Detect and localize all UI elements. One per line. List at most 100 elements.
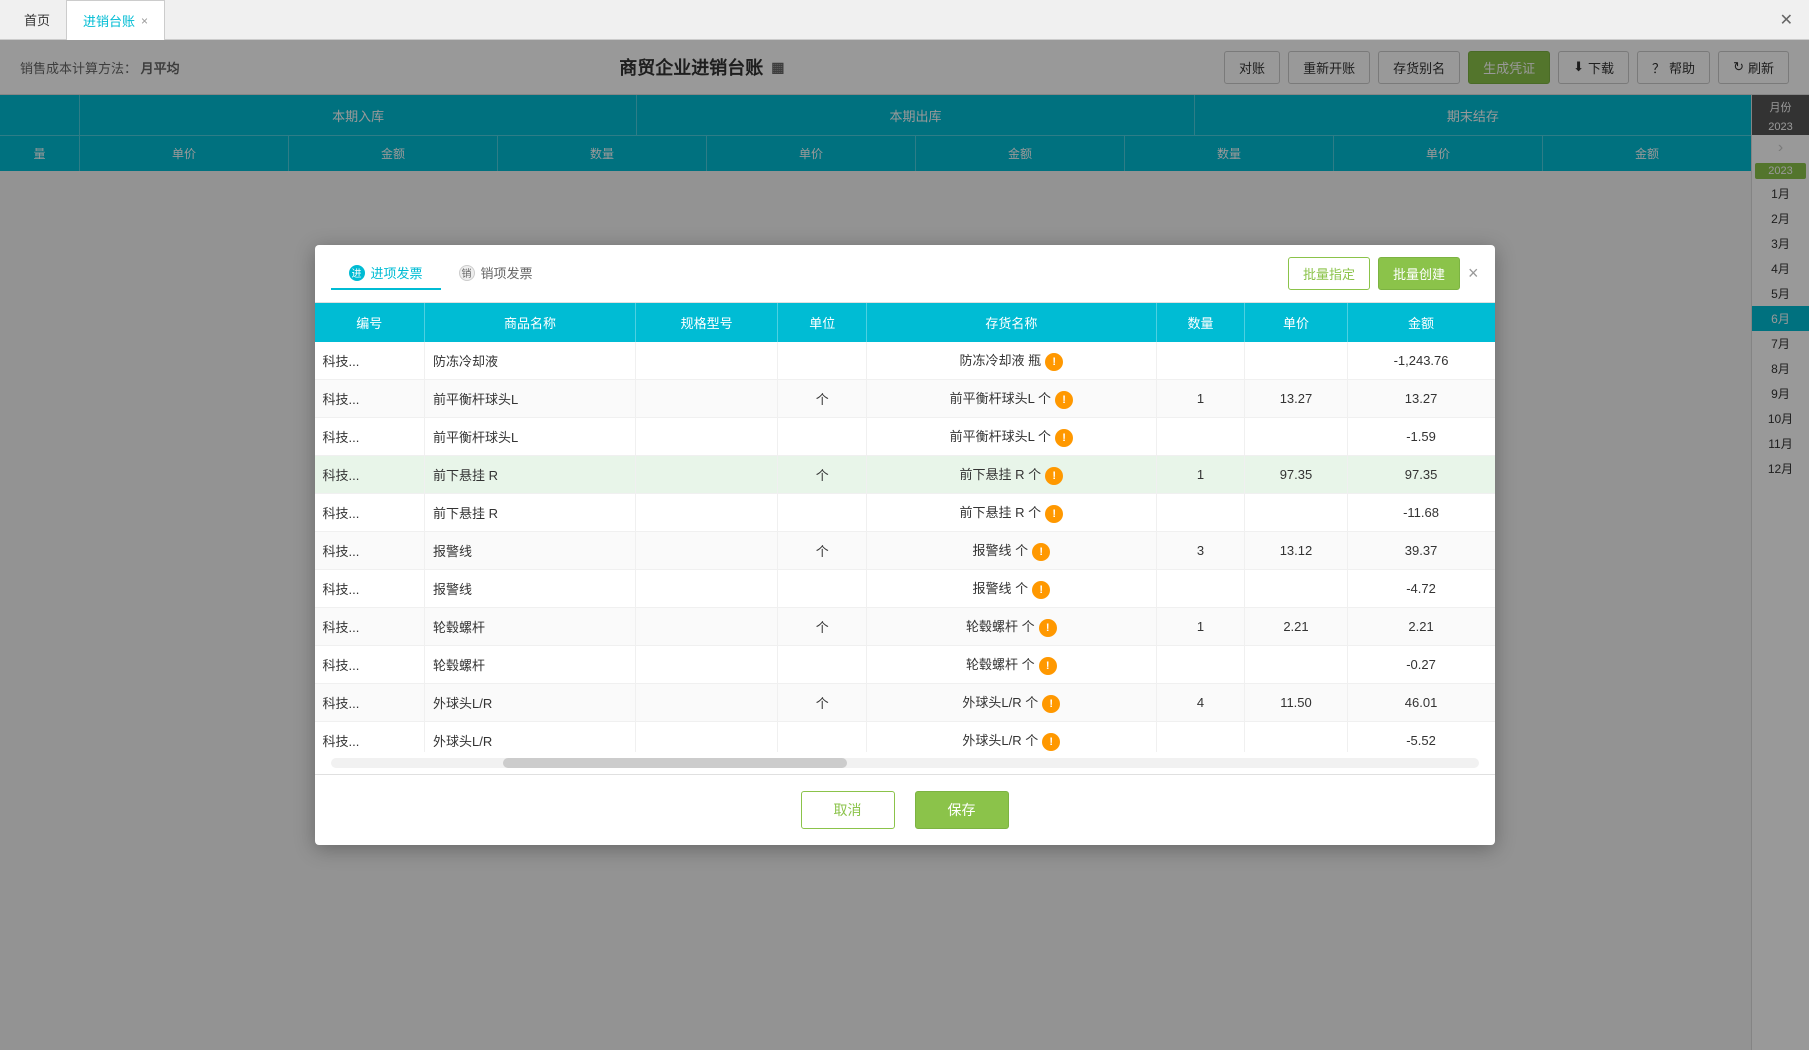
name-cell: 前平衡杆球头L <box>425 418 636 456</box>
qty-cell: 3 <box>1156 532 1245 570</box>
scrollbar-thumb[interactable] <box>503 758 847 768</box>
cancel-button[interactable]: 取消 <box>801 791 895 829</box>
id-cell: 科技... <box>315 342 425 380</box>
price-cell <box>1245 722 1347 753</box>
warning-icon: ! <box>1042 733 1060 751</box>
tab-home-label: 首页 <box>24 10 50 29</box>
col-spec: 规格型号 <box>635 303 777 342</box>
warning-icon: ! <box>1045 505 1063 523</box>
inventory-cell: 前下悬挂 R 个! <box>867 494 1157 532</box>
batch-assign-button[interactable]: 批量指定 <box>1288 257 1370 290</box>
name-cell: 前下悬挂 R <box>425 494 636 532</box>
unit-cell <box>778 342 867 380</box>
horizontal-scrollbar-area[interactable] <box>315 752 1495 774</box>
qty-cell <box>1156 342 1245 380</box>
unit-cell <box>778 418 867 456</box>
tab-close-icon[interactable]: × <box>141 14 148 28</box>
modal-table: 编号 商品名称 规格型号 单位 存货名称 数量 单价 金额 科技... 防冻冷却液… <box>315 303 1495 752</box>
outgoing-tab-icon: 销 <box>459 265 475 281</box>
tab-bar: 首页 进销台账 × ✕ <box>0 0 1809 40</box>
spec-cell <box>635 380 777 418</box>
modal-header: 进 进项发票 销 销项发票 批量指定 批量创建 × <box>315 245 1495 303</box>
horizontal-scrollbar[interactable] <box>331 758 1479 768</box>
id-cell: 科技... <box>315 494 425 532</box>
id-cell: 科技... <box>315 646 425 684</box>
modal-dialog: 进 进项发票 销 销项发票 批量指定 批量创建 × <box>315 245 1495 845</box>
warning-icon: ! <box>1032 543 1050 561</box>
unit-cell <box>778 494 867 532</box>
table-row: 科技...前平衡杆球头L个前平衡杆球头L 个!113.2713.27 <box>315 380 1495 418</box>
name-cell: 前平衡杆球头L <box>425 380 636 418</box>
col-id: 编号 <box>315 303 425 342</box>
save-button[interactable]: 保存 <box>915 791 1009 829</box>
price-cell <box>1245 418 1347 456</box>
unit-cell <box>778 570 867 608</box>
amount-cell: -5.52 <box>1347 722 1494 753</box>
tab-incoming-invoice[interactable]: 进 进项发票 <box>331 257 441 290</box>
unit-cell: 个 <box>778 532 867 570</box>
id-cell: 科技... <box>315 456 425 494</box>
modal-close-icon[interactable]: × <box>1468 263 1479 284</box>
window-close-icon[interactable]: ✕ <box>1780 10 1793 30</box>
id-cell: 科技... <box>315 418 425 456</box>
modal-header-right: 批量指定 批量创建 × <box>1288 257 1479 290</box>
table-row: 科技...报警线个报警线 个!313.1239.37 <box>315 532 1495 570</box>
name-cell: 报警线 <box>425 532 636 570</box>
table-header-row: 编号 商品名称 规格型号 单位 存货名称 数量 单价 金额 <box>315 303 1495 342</box>
inventory-cell: 防冻冷却液 瓶! <box>867 342 1157 380</box>
spec-cell <box>635 646 777 684</box>
tab-outgoing-invoice[interactable]: 销 销项发票 <box>441 257 551 290</box>
incoming-tab-icon: 进 <box>349 265 365 281</box>
qty-cell <box>1156 494 1245 532</box>
inventory-cell: 报警线 个! <box>867 532 1157 570</box>
amount-cell: 39.37 <box>1347 532 1494 570</box>
qty-cell: 1 <box>1156 456 1245 494</box>
warning-icon: ! <box>1045 467 1063 485</box>
inventory-cell: 轮毂螺杆 个! <box>867 646 1157 684</box>
warning-icon: ! <box>1045 353 1063 371</box>
warning-icon: ! <box>1039 657 1057 675</box>
table-row: 科技...轮毂螺杆个轮毂螺杆 个!12.212.21 <box>315 608 1495 646</box>
name-cell: 轮毂螺杆 <box>425 646 636 684</box>
main-content: 销售成本计算方法： 月平均 商贸企业进销台账 ▦ 对账 重新开账 存货别名 生成… <box>0 40 1809 1050</box>
price-cell <box>1245 494 1347 532</box>
name-cell: 外球头L/R <box>425 722 636 753</box>
spec-cell <box>635 494 777 532</box>
amount-cell: -0.27 <box>1347 646 1494 684</box>
id-cell: 科技... <box>315 380 425 418</box>
col-amount: 金额 <box>1347 303 1494 342</box>
qty-cell <box>1156 722 1245 753</box>
table-row: 科技...轮毂螺杆 轮毂螺杆 个! -0.27 <box>315 646 1495 684</box>
table-row: 科技...前下悬挂 R前下悬挂 R 个!-11.68 <box>315 494 1495 532</box>
unit-cell: 个 <box>778 608 867 646</box>
unit-cell <box>778 722 867 753</box>
batch-create-button[interactable]: 批量创建 <box>1378 257 1460 290</box>
name-cell: 外球头L/R <box>425 684 636 722</box>
tab-current[interactable]: 进销台账 × <box>66 0 165 40</box>
inventory-cell: 前平衡杆球头L 个! <box>867 380 1157 418</box>
modal-table-container[interactable]: 编号 商品名称 规格型号 单位 存货名称 数量 单价 金额 科技... 防冻冷却液… <box>315 303 1495 752</box>
spec-cell <box>635 608 777 646</box>
inventory-cell: 前下悬挂 R 个! <box>867 456 1157 494</box>
qty-cell <box>1156 570 1245 608</box>
price-cell <box>1245 342 1347 380</box>
price-cell: 13.12 <box>1245 532 1347 570</box>
tab-current-label: 进销台账 <box>83 11 135 30</box>
table-row: 科技...外球头L/R个外球头L/R 个!411.5046.01 <box>315 684 1495 722</box>
name-cell: 报警线 <box>425 570 636 608</box>
unit-cell: 个 <box>778 456 867 494</box>
inventory-cell: 外球头L/R 个! <box>867 684 1157 722</box>
spec-cell <box>635 418 777 456</box>
col-unit: 单位 <box>778 303 867 342</box>
col-qty: 数量 <box>1156 303 1245 342</box>
col-inventory: 存货名称 <box>867 303 1157 342</box>
warning-icon: ! <box>1055 391 1073 409</box>
modal-overlay: 进 进项发票 销 销项发票 批量指定 批量创建 × <box>0 40 1809 1050</box>
qty-cell: 1 <box>1156 380 1245 418</box>
amount-cell: -1.59 <box>1347 418 1494 456</box>
tab-home[interactable]: 首页 <box>8 0 66 40</box>
modal-footer: 取消 保存 <box>315 774 1495 845</box>
id-cell: 科技... <box>315 570 425 608</box>
warning-icon: ! <box>1042 695 1060 713</box>
price-cell: 97.35 <box>1245 456 1347 494</box>
